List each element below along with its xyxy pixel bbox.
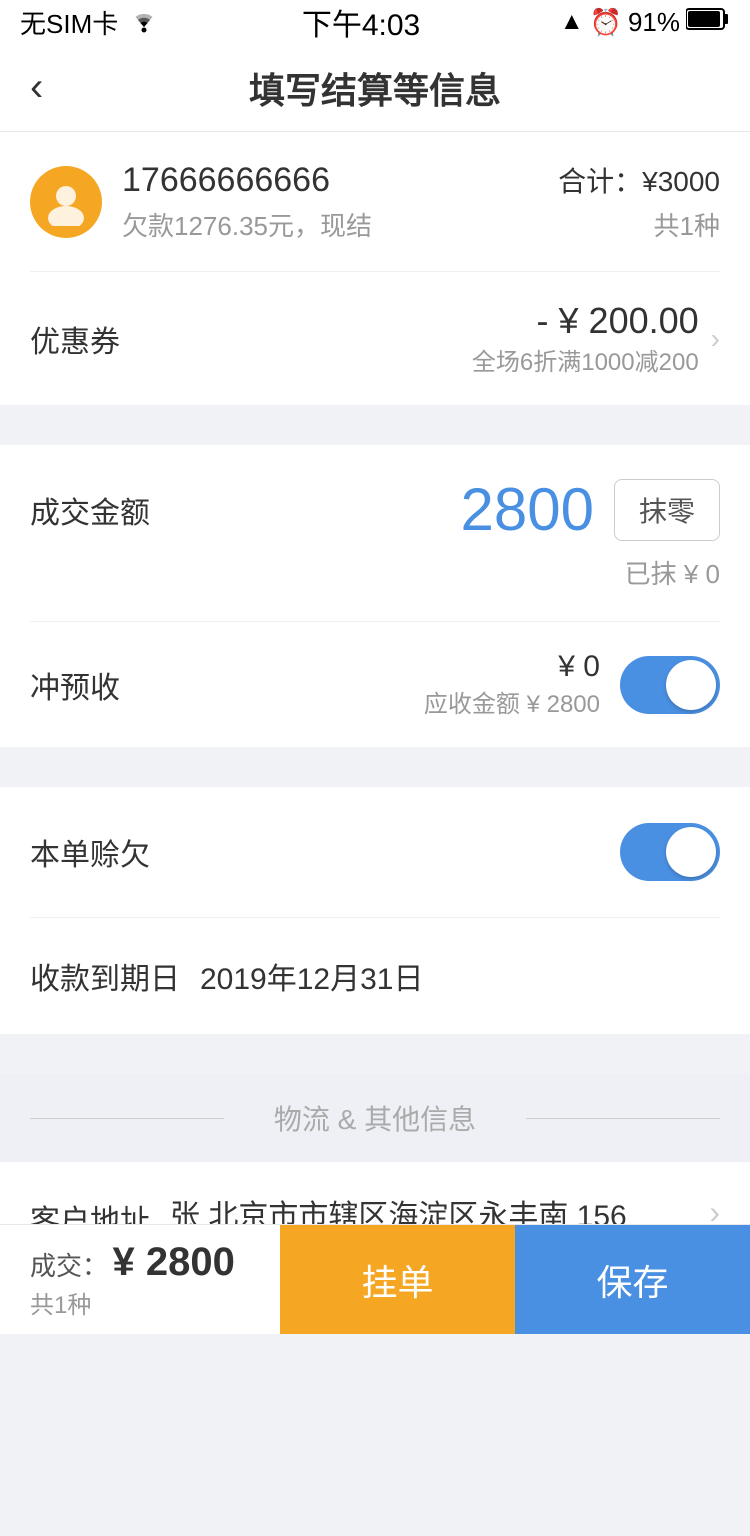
- prepay-value-wrap: ¥ 0 应收金额 ¥ 2800: [424, 650, 600, 719]
- customer-right: 合计：¥3000 共1种: [558, 160, 720, 243]
- transaction-card: 成交金额 2800 抹零 已抹 ¥ 0 冲预收 ¥ 0 应收金额 ¥ 2800: [0, 445, 750, 747]
- logistics-line-left: [30, 1118, 224, 1119]
- bottom-bar: 成交： ¥ 2800 共1种 挂单 保存: [0, 1224, 750, 1334]
- status-left: 无SIM卡: [20, 4, 162, 41]
- customer-phone: 17666666666: [122, 161, 372, 200]
- nav-bar: ‹ 填写结算等信息: [0, 44, 750, 132]
- bottom-buttons: 挂单 保存: [280, 1225, 750, 1334]
- prepay-right: ¥ 0 应收金额 ¥ 2800: [424, 650, 720, 719]
- transaction-amount: 2800: [461, 475, 594, 544]
- status-right: ▲ ⏰ 91%: [560, 7, 730, 38]
- status-time: 下午4:03: [302, 0, 420, 44]
- back-button[interactable]: ‹: [30, 65, 43, 110]
- coupon-right: - ¥ 200.00 全场6折满1000减200 ›: [472, 300, 720, 377]
- amount-value-wrap: 2800 抹零: [461, 475, 721, 544]
- battery-icon: [686, 7, 730, 38]
- round-button[interactable]: 抹零: [614, 479, 720, 541]
- customer-card: 17666666666 欠款1276.35元，现结 合计：¥3000 共1种 优…: [0, 132, 750, 405]
- section-sep-1: [0, 425, 750, 445]
- customer-row: 17666666666 欠款1276.35元，现结 合计：¥3000 共1种: [0, 132, 750, 271]
- avatar: [30, 166, 102, 238]
- coupon-desc: 全场6折满1000减200: [472, 342, 699, 377]
- total-count: 共1种: [558, 206, 720, 243]
- coupon-amount: - ¥ 200.00: [472, 300, 699, 342]
- prepay-toggle[interactable]: [620, 656, 720, 714]
- prepay-value: ¥ 0: [424, 650, 600, 684]
- wifi-icon: [126, 5, 162, 40]
- bottom-summary: 成交： ¥ 2800 共1种: [0, 1240, 280, 1320]
- coupon-row[interactable]: 优惠券 - ¥ 200.00 全场6折满1000减200 ›: [0, 272, 750, 405]
- chevron-right-icon: ›: [711, 323, 720, 355]
- logistics-sep: 物流 & 其他信息: [0, 1074, 750, 1162]
- no-sim-text: 无SIM卡: [20, 4, 118, 41]
- transaction-sub: 已抹 ¥ 0: [30, 554, 720, 621]
- coupon-label: 优惠券: [30, 317, 120, 361]
- amount-section: 成交金额 2800 抹零 已抹 ¥ 0: [0, 445, 750, 621]
- section-sep-3: [0, 1054, 750, 1074]
- page-title: 填写结算等信息: [249, 62, 501, 114]
- duedate-section: 收款到期日 2019年12月31日: [0, 917, 750, 1034]
- amount-row: 成交金额 2800 抹零: [30, 475, 720, 554]
- logistics-line-right: [526, 1118, 720, 1119]
- duedate-row: 收款到期日 2019年12月31日: [30, 917, 720, 1034]
- save-button[interactable]: 保存: [515, 1225, 750, 1334]
- debt-row: 本单赊欠: [30, 787, 720, 917]
- bottom-amount: ¥ 2800: [112, 1240, 234, 1284]
- status-bar: 无SIM卡 下午4:03 ▲ ⏰ 91%: [0, 0, 750, 44]
- debt-section: 本单赊欠: [0, 787, 750, 917]
- clock-icon: ⏰: [590, 7, 622, 38]
- total-label: 合计：¥3000: [558, 160, 720, 200]
- prepay-label: 冲预收: [30, 663, 120, 707]
- duedate-value[interactable]: 2019年12月31日: [200, 954, 423, 998]
- battery-text: 91%: [628, 7, 680, 38]
- pending-button[interactable]: 挂单: [280, 1225, 515, 1334]
- duedate-label: 收款到期日: [30, 954, 180, 998]
- debt-toggle[interactable]: [620, 823, 720, 881]
- section-sep-2: [0, 767, 750, 787]
- customer-left: 17666666666 欠款1276.35元，现结: [30, 161, 372, 243]
- prepay-sub: 应收金额 ¥ 2800: [424, 684, 600, 719]
- customer-sub: 欠款1276.35元，现结: [122, 206, 372, 243]
- debt-label: 本单赊欠: [30, 830, 150, 874]
- transaction-label: 成交金额: [30, 488, 150, 532]
- empty-space: [0, 1336, 750, 1536]
- debt-card: 本单赊欠 收款到期日 2019年12月31日: [0, 787, 750, 1034]
- prepay-row: 冲预收 ¥ 0 应收金额 ¥ 2800: [30, 621, 720, 747]
- bottom-count: 共1种: [30, 1285, 250, 1320]
- location-icon: ▲: [560, 8, 584, 36]
- logistics-text: 物流 & 其他信息: [274, 1098, 476, 1138]
- bottom-deal-label: 成交：: [30, 1251, 108, 1281]
- prepay-section: 冲预收 ¥ 0 应收金额 ¥ 2800: [0, 621, 750, 747]
- customer-info: 17666666666 欠款1276.35元，现结: [122, 161, 372, 243]
